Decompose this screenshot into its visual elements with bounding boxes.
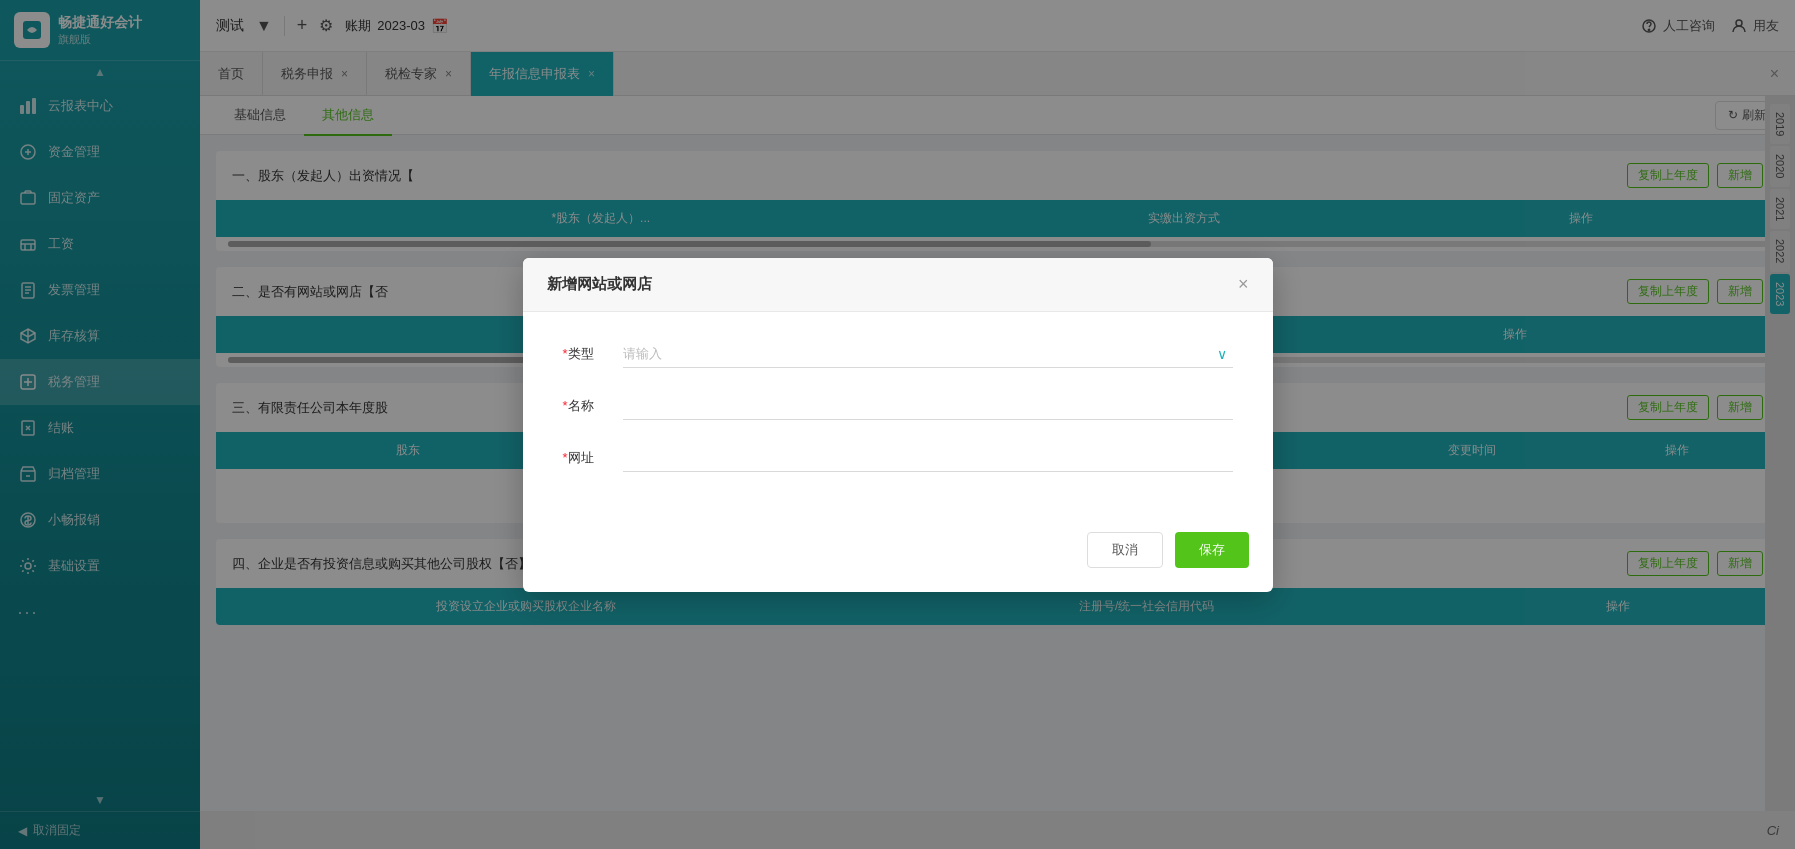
form-row-type: *类型 ∨ <box>563 340 1233 368</box>
modal-footer: 取消 保存 <box>523 516 1273 592</box>
modal-add-website: 新增网站或网店 × *类型 ∨ *名称 <box>523 258 1273 592</box>
modal-header: 新增网站或网店 × <box>523 258 1273 312</box>
modal-close-button[interactable]: × <box>1238 274 1249 295</box>
form-label-url: *网址 <box>563 449 623 467</box>
modal-body: *类型 ∨ *名称 *网址 <box>523 312 1273 516</box>
form-label-type: *类型 <box>563 345 623 363</box>
form-row-name: *名称 <box>563 392 1233 420</box>
form-input-wrap-url <box>623 444 1233 472</box>
url-input[interactable] <box>623 444 1233 472</box>
form-input-wrap-type: ∨ <box>623 340 1233 368</box>
name-input[interactable] <box>623 392 1233 420</box>
save-button[interactable]: 保存 <box>1175 532 1249 568</box>
modal-title: 新增网站或网店 <box>547 275 652 294</box>
cancel-button[interactable]: 取消 <box>1087 532 1163 568</box>
type-input[interactable] <box>623 340 1233 368</box>
form-row-url: *网址 <box>563 444 1233 472</box>
form-label-name: *名称 <box>563 397 623 415</box>
modal-overlay: 新增网站或网店 × *类型 ∨ *名称 <box>0 0 1795 849</box>
form-input-wrap-name <box>623 392 1233 420</box>
